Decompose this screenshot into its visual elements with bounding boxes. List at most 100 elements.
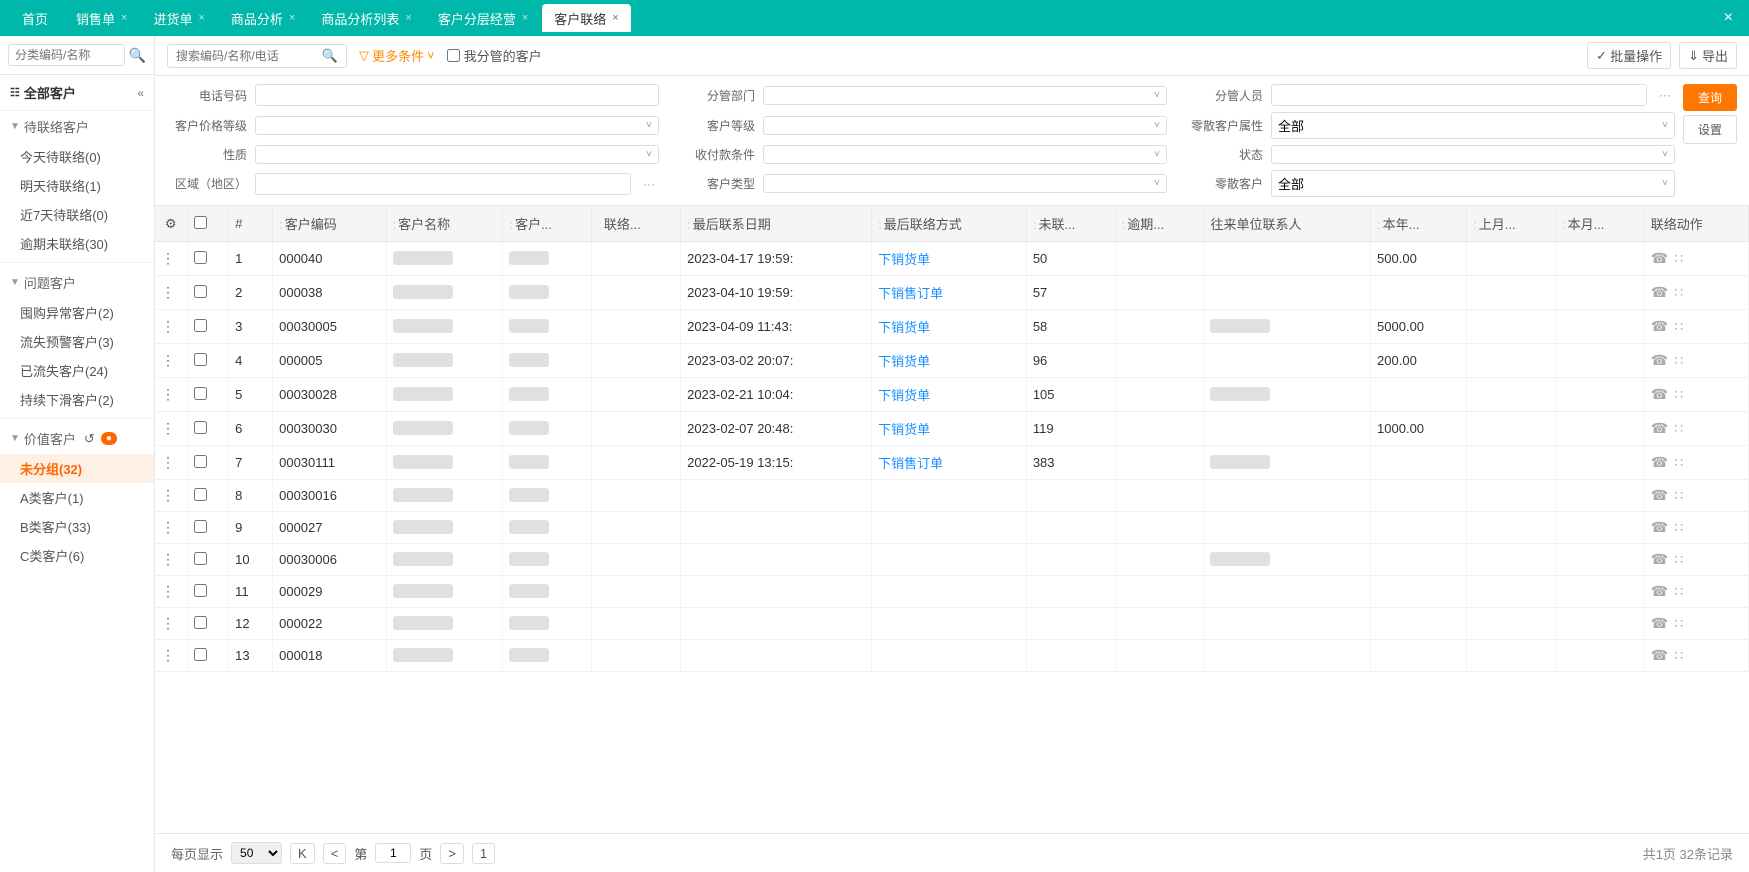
close-tab-customer-tier[interactable]: × [522, 12, 528, 24]
status-select[interactable]: ˅ [1271, 145, 1675, 164]
sidebar-item-overdue[interactable]: 逾期未联络(30) [0, 229, 154, 258]
th-name[interactable]: :客户名称 [386, 206, 503, 242]
cust-type-select[interactable]: ˅ [763, 174, 1167, 193]
th-last-contact-date[interactable]: :最后联系日期 [681, 206, 872, 242]
th-this-month[interactable]: :本月... [1555, 206, 1644, 242]
more-conditions-btn[interactable]: ▽ 更多条件 ˅ [359, 46, 435, 65]
contact-way-link[interactable]: 下销货单 [878, 388, 930, 403]
contact-way-link[interactable]: 下销货单 [878, 320, 930, 335]
row-gear[interactable]: ⋮ [155, 276, 187, 310]
row-gear[interactable]: ⋮ [155, 480, 187, 512]
search-box[interactable]: 🔍 [167, 44, 347, 68]
price-level-select[interactable]: ˅ [255, 116, 659, 135]
refresh-icon[interactable]: ↺ [84, 431, 95, 447]
row-gear[interactable]: ⋮ [155, 640, 187, 672]
close-tab-customer-contact[interactable]: × [612, 12, 618, 24]
phone-input[interactable] [255, 84, 659, 106]
more-icon[interactable]: ∷ [1674, 318, 1683, 335]
row-checkbox[interactable] [187, 344, 229, 378]
prev-page-btn[interactable]: < [323, 843, 347, 864]
contact-way-link[interactable]: 下销售订单 [878, 456, 943, 471]
th-last-contact-way[interactable]: :最后联络方式 [872, 206, 1027, 242]
sidebar-item-today[interactable]: 今天待联络(0) [0, 142, 154, 171]
page-number-input[interactable] [375, 843, 411, 863]
manager-input[interactable] [1271, 84, 1647, 106]
sidebar-item-ungroup[interactable]: 未分组(32) [0, 454, 154, 483]
chat-icon[interactable]: ☎ [1651, 250, 1668, 267]
sidebar-all-customers[interactable]: ☷ 全部客户 « [0, 75, 154, 111]
sidebar-section-problem[interactable]: ▼ 问题客户 [0, 267, 154, 298]
export-btn[interactable]: ⇓ 导出 [1679, 42, 1737, 69]
search-icon[interactable]: 🔍 [322, 48, 338, 64]
chat-icon[interactable]: ☎ [1651, 487, 1668, 504]
chat-icon[interactable]: ☎ [1651, 318, 1668, 335]
sidebar-search-input[interactable] [8, 44, 125, 66]
sidebar-search-icon[interactable]: 🔍 [129, 47, 146, 64]
row-checkbox[interactable] [187, 446, 229, 480]
more-icon[interactable]: ∷ [1674, 284, 1683, 301]
chat-icon[interactable]: ☎ [1651, 454, 1668, 471]
more-icon[interactable]: ∷ [1674, 519, 1683, 536]
row-checkbox[interactable] [187, 512, 229, 544]
more-icon[interactable]: ∷ [1674, 386, 1683, 403]
sidebar-section-value[interactable]: ▼ 价值客户 ↺ ● [0, 423, 154, 454]
row-checkbox[interactable] [187, 378, 229, 412]
row-gear[interactable]: ⋮ [155, 378, 187, 412]
close-tab-sales[interactable]: × [121, 12, 127, 24]
th-settings[interactable]: ⚙ [155, 206, 187, 242]
chat-icon[interactable]: ☎ [1651, 583, 1668, 600]
th-type[interactable]: :客户... [503, 206, 592, 242]
next-page-btn[interactable]: > [440, 843, 464, 864]
settings-icon[interactable]: ⚙ [165, 216, 177, 231]
close-tab-analysis-list[interactable]: × [405, 12, 411, 24]
nav-tab-analysis[interactable]: 商品分析 × [219, 4, 307, 32]
row-gear[interactable]: ⋮ [155, 512, 187, 544]
my-customers-checkbox[interactable] [447, 49, 460, 62]
th-checkbox[interactable] [187, 206, 229, 242]
manager-ellipsis[interactable]: ··· [1655, 88, 1675, 102]
row-gear[interactable]: ⋮ [155, 446, 187, 480]
th-overdue[interactable]: :逾期... [1115, 206, 1204, 242]
last-page-btn[interactable]: 1 [472, 843, 495, 864]
payment-select[interactable]: ˅ [763, 145, 1167, 164]
nature-select[interactable]: ˅ [255, 145, 659, 164]
sidebar-item-tomorrow[interactable]: 明天待联络(1) [0, 171, 154, 200]
chat-icon[interactable]: ☎ [1651, 352, 1668, 369]
my-customers-filter[interactable]: 我分管的客户 [447, 46, 542, 65]
nav-home[interactable]: 首页 [8, 9, 62, 28]
nav-tab-purchase[interactable]: 进货单 × [141, 4, 216, 32]
chat-icon[interactable]: ☎ [1651, 420, 1668, 437]
row-checkbox[interactable] [187, 544, 229, 576]
row-checkbox[interactable] [187, 310, 229, 344]
dept-select[interactable]: ˅ [763, 86, 1167, 105]
more-icon[interactable]: ∷ [1674, 454, 1683, 471]
sidebar-section-pending[interactable]: ▼ 待联络客户 [0, 111, 154, 142]
sidebar-item-a-class[interactable]: A类客户(1) [0, 483, 154, 512]
chat-icon[interactable]: ☎ [1651, 386, 1668, 403]
sidebar-item-churned[interactable]: 已流失客户(24) [0, 356, 154, 385]
first-page-btn[interactable]: K [290, 843, 315, 864]
contact-way-link[interactable]: 下销货单 [878, 422, 930, 437]
th-this-year[interactable]: :本年... [1371, 206, 1467, 242]
scatter-cust-select[interactable]: 全部 ˅ [1271, 170, 1675, 197]
more-icon[interactable]: ∷ [1674, 647, 1683, 664]
th-code[interactable]: :客户编码 [273, 206, 386, 242]
row-gear[interactable]: ⋮ [155, 576, 187, 608]
cust-level-select[interactable]: ˅ [763, 116, 1167, 135]
row-gear[interactable]: ⋮ [155, 544, 187, 576]
close-tab-purchase[interactable]: × [198, 12, 204, 24]
sidebar-item-churn-warning[interactable]: 流失预警客户(3) [0, 327, 154, 356]
th-contact[interactable]: :联络... [592, 206, 681, 242]
row-gear[interactable]: ⋮ [155, 310, 187, 344]
row-gear[interactable]: ⋮ [155, 242, 187, 276]
row-checkbox[interactable] [187, 242, 229, 276]
region-input[interactable] [255, 173, 631, 195]
more-icon[interactable]: ∷ [1674, 551, 1683, 568]
row-checkbox[interactable] [187, 412, 229, 446]
sidebar-item-b-class[interactable]: B类客户(33) [0, 512, 154, 541]
nav-tab-customer-tier[interactable]: 客户分层经营 × [426, 4, 540, 32]
more-icon[interactable]: ∷ [1674, 487, 1683, 504]
region-ellipsis[interactable]: ··· [639, 177, 659, 191]
row-gear[interactable]: ⋮ [155, 412, 187, 446]
close-all-button[interactable]: × [1716, 9, 1741, 27]
